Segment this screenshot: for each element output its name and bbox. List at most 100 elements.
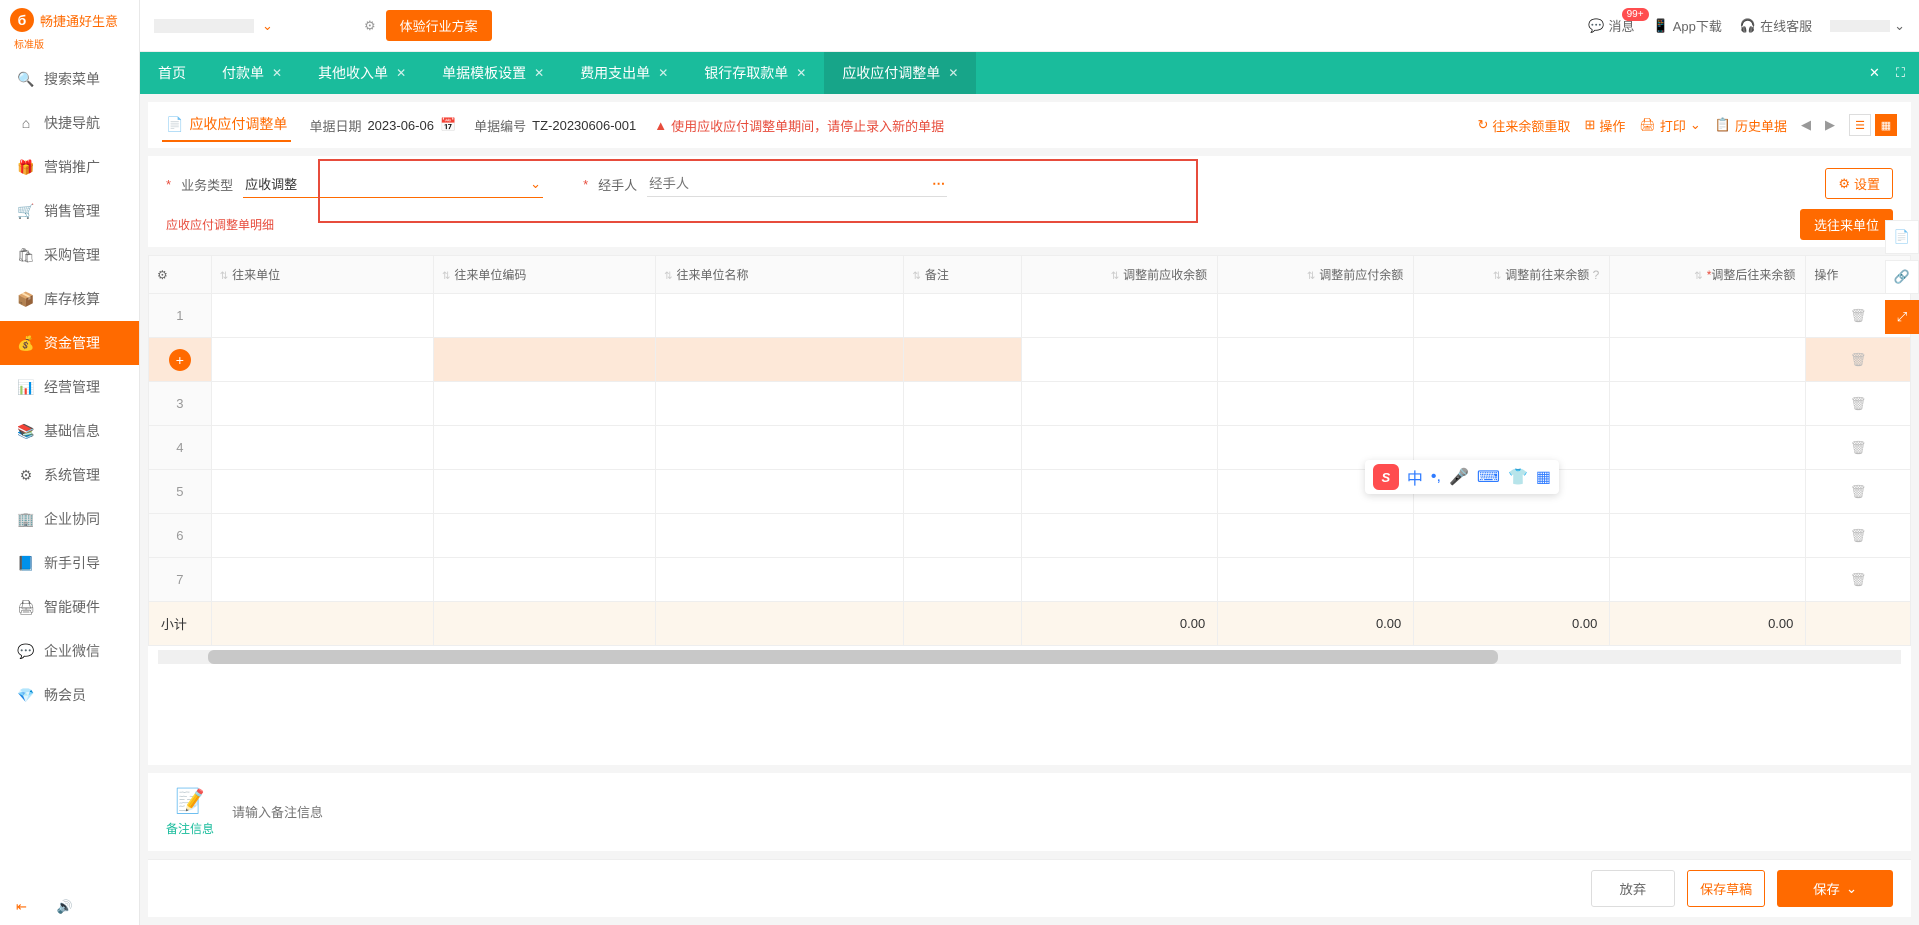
close-icon[interactable]: ✕ (948, 66, 958, 80)
col-remark[interactable]: ⇅备注 (904, 256, 1022, 294)
remark-input[interactable] (232, 805, 1893, 820)
tab-payment[interactable]: 付款单✕ (204, 52, 300, 94)
tab-template[interactable]: 单据模板设置✕ (424, 52, 562, 94)
company-placeholder (154, 19, 254, 33)
col-name[interactable]: ⇅往来单位名称 (656, 256, 904, 294)
delete-icon[interactable]: 🗑 (1850, 572, 1867, 587)
chevron-down-icon: ⌄ (1894, 18, 1905, 34)
table-row[interactable]: 7🗑 (149, 558, 1911, 602)
scroll-thumb[interactable] (208, 650, 1498, 664)
app-download-button[interactable]: 📱App下载 (1653, 16, 1722, 35)
nav-sales[interactable]: 🛒销售管理 (0, 189, 139, 233)
h-scrollbar[interactable] (158, 650, 1901, 664)
nav-base[interactable]: 📚基础信息 (0, 409, 139, 453)
save-button[interactable]: 保存⌄ (1777, 870, 1893, 907)
ime-lang[interactable]: 中 (1407, 465, 1423, 489)
reset-balance-button[interactable]: ↻往来余额重取 (1478, 116, 1571, 135)
collapse-icon[interactable]: ⇤ (16, 899, 27, 915)
settings-button[interactable]: ⚙设置 (1825, 168, 1893, 199)
messages-button[interactable]: 💬 消息 99+ (1588, 16, 1634, 35)
no-label: 单据编号 (474, 116, 526, 135)
tabs-close-all-icon[interactable]: ✕ (1865, 61, 1884, 85)
prev-icon[interactable]: ◀ (1801, 117, 1811, 133)
user-menu[interactable]: ⌄ (1830, 18, 1905, 34)
dock-expand-icon[interactable]: ⤢ (1885, 300, 1919, 334)
table-row[interactable]: 4🗑 (149, 426, 1911, 470)
delete-icon[interactable]: 🗑 (1850, 396, 1867, 411)
next-icon[interactable]: ▶ (1825, 117, 1835, 133)
ime-skin-icon[interactable]: 👕 (1508, 467, 1528, 487)
nav-ops[interactable]: 📊经营管理 (0, 365, 139, 409)
delete-icon[interactable]: 🗑 (1850, 440, 1867, 455)
ime-grid-icon[interactable]: ▦ (1536, 467, 1551, 487)
discard-button[interactable]: 放弃 (1591, 870, 1676, 907)
save-draft-button[interactable]: 保存草稿 (1687, 870, 1765, 907)
tabs-expand-icon[interactable]: ⛶ (1892, 61, 1909, 85)
close-icon[interactable]: ✕ (272, 66, 282, 80)
delete-icon[interactable]: 🗑 (1850, 308, 1867, 323)
ime-keyboard-icon[interactable]: ⌨ (1477, 467, 1500, 487)
dock-note-icon[interactable]: 📄 (1885, 220, 1919, 254)
close-icon[interactable]: ✕ (658, 66, 668, 80)
table-row[interactable]: 1🗑 (149, 294, 1911, 338)
sound-icon[interactable]: 🔊 (57, 899, 73, 915)
delete-icon[interactable]: 🗑 (1850, 484, 1867, 499)
more-icon[interactable]: ⋯ (932, 176, 945, 192)
nav-hardware[interactable]: 🖨智能硬件 (0, 585, 139, 629)
tab-home[interactable]: 首页 (140, 52, 204, 94)
history-button[interactable]: 📋历史单据 (1715, 116, 1787, 135)
col-code[interactable]: ⇅往来单位编码 (433, 256, 655, 294)
nav-search[interactable]: 🔍搜索菜单 (0, 57, 139, 101)
add-row-button[interactable]: + (169, 349, 191, 371)
nav-inventory[interactable]: 📦库存核算 (0, 277, 139, 321)
delete-icon[interactable]: 🗑 (1850, 528, 1867, 543)
gear-icon[interactable]: ⚙ (364, 18, 376, 34)
nav-funds[interactable]: 💰资金管理 (0, 321, 139, 365)
calendar-icon[interactable]: 📅 (440, 117, 456, 133)
close-icon[interactable]: ✕ (796, 66, 806, 80)
close-icon[interactable]: ✕ (534, 66, 544, 80)
col-settings[interactable]: ⚙ (149, 256, 212, 294)
chevron-down-icon: ⌄ (262, 18, 273, 34)
ime-punct-icon[interactable]: •, (1431, 468, 1441, 486)
date-value[interactable]: 2023-06-06 (367, 118, 434, 133)
tab-adjust[interactable]: 应收应付调整单✕ (824, 52, 976, 94)
trial-button[interactable]: 体验行业方案 (386, 10, 492, 41)
nav-label: 采购管理 (44, 245, 100, 265)
tab-other-income[interactable]: 其他收入单✕ (300, 52, 424, 94)
nav-marketing[interactable]: 🎁营销推广 (0, 145, 139, 189)
nav-enterprise[interactable]: 🏢企业协同 (0, 497, 139, 541)
table-row-active[interactable]: +🗑 (149, 338, 1911, 382)
nav-vip[interactable]: 💎畅会员 (0, 673, 139, 717)
view-card-button[interactable]: ▦ (1875, 114, 1897, 136)
company-selector[interactable]: ⌄ (154, 18, 354, 34)
col-bal[interactable]: ⇅调整前往来余额 ? (1414, 256, 1610, 294)
table-row[interactable]: 3🗑 (149, 382, 1911, 426)
ime-toolbar[interactable]: S 中 •, 🎤 ⌨ 👕 ▦ (1365, 460, 1559, 494)
help-icon[interactable]: ? (1593, 268, 1600, 282)
pick-unit-button[interactable]: 选往来单位 (1800, 209, 1893, 240)
view-list-button[interactable]: ☰ (1849, 114, 1871, 136)
biz-type-select[interactable]: 应收调整 ⌄ (243, 170, 543, 198)
print-button[interactable]: 🖨打印⌄ (1639, 116, 1700, 135)
dock-link-icon[interactable]: 🔗 (1885, 260, 1919, 294)
nav-guide[interactable]: 📘新手引导 (0, 541, 139, 585)
ime-mic-icon[interactable]: 🎤 (1449, 467, 1469, 487)
col-after[interactable]: ⇅*调整后往来余额 (1610, 256, 1806, 294)
nav-system[interactable]: ⚙系统管理 (0, 453, 139, 497)
support-button[interactable]: 🎧在线客服 (1740, 16, 1812, 35)
handler-input[interactable] (649, 176, 932, 191)
nav-purchase[interactable]: 🛍采购管理 (0, 233, 139, 277)
close-icon[interactable]: ✕ (396, 66, 406, 80)
delete-icon[interactable]: 🗑 (1850, 352, 1867, 367)
col-ar[interactable]: ⇅调整前应收余额 (1022, 256, 1218, 294)
col-unit[interactable]: ⇅往来单位 (211, 256, 433, 294)
table-row[interactable]: 6🗑 (149, 514, 1911, 558)
tab-bank[interactable]: 银行存取款单✕ (686, 52, 824, 94)
tab-expense[interactable]: 费用支出单✕ (562, 52, 686, 94)
operations-button[interactable]: ⊞操作 (1584, 116, 1625, 135)
col-ap[interactable]: ⇅调整前应付余额 (1218, 256, 1414, 294)
table-row[interactable]: 5🗑 (149, 470, 1911, 514)
nav-wechat[interactable]: 💬企业微信 (0, 629, 139, 673)
nav-home[interactable]: ⌂快捷导航 (0, 101, 139, 145)
